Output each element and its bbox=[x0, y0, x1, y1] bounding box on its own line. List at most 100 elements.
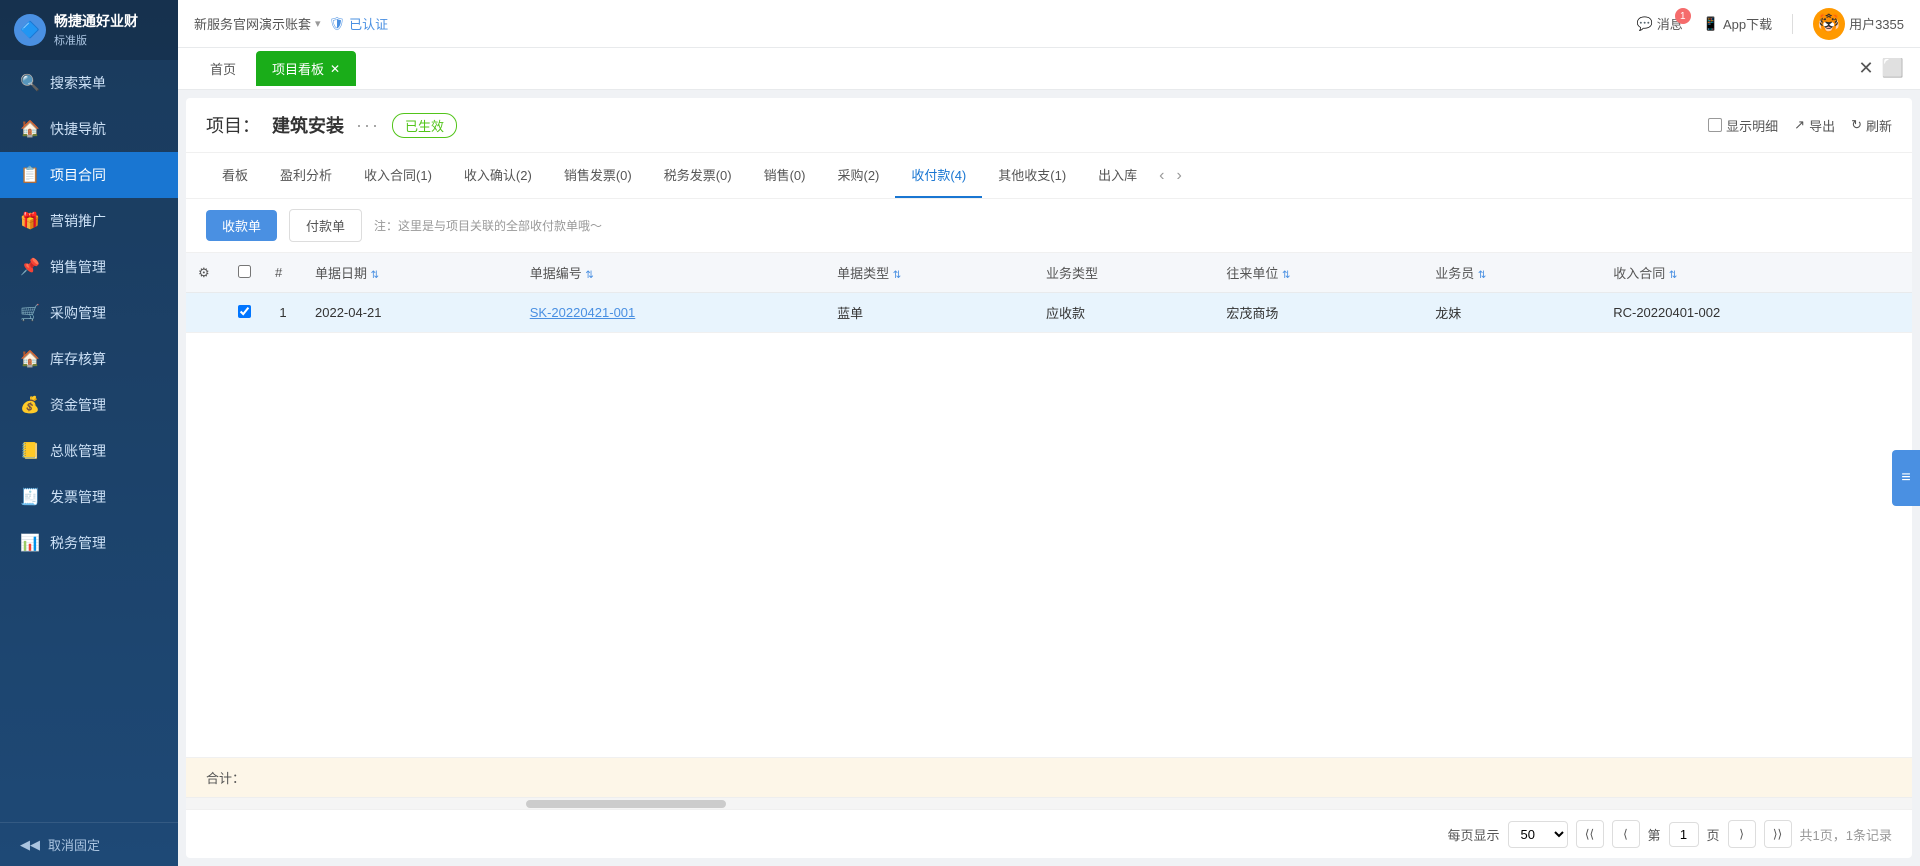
per-page-label: 每页显示 bbox=[1447, 825, 1499, 844]
table-row[interactable]: 1 2022-04-21 SK-20220421-001 蓝单 应收款 宏茂商场… bbox=[186, 293, 1912, 333]
sidebar-item-ledger[interactable]: 📒 总账管理 bbox=[0, 428, 178, 474]
message-button[interactable]: 💬 消息 1 bbox=[1637, 14, 1683, 33]
per-page-select[interactable]: 50 20 100 bbox=[1508, 821, 1568, 848]
sub-tab-other-income[interactable]: 其他收支(1) bbox=[982, 153, 1082, 198]
sort-icon-income-contract: ⇅ bbox=[1669, 270, 1677, 281]
purchase-icon: 🛒 bbox=[20, 303, 40, 323]
contract-icon: 📋 bbox=[20, 165, 40, 185]
sidebar-scroll: 🔍 搜索菜单 🏠 快捷导航 📋 项目合同 🎁 营销推广 📌 销售管理 🛒 采购管… bbox=[0, 60, 178, 822]
sub-tab-purchase[interactable]: 采购(2) bbox=[821, 153, 895, 198]
page-prev-button[interactable]: ⟨ bbox=[1612, 820, 1640, 848]
sidebar-item-label-sales: 销售管理 bbox=[50, 257, 106, 277]
sub-nav-right-arrow[interactable]: › bbox=[1171, 167, 1188, 185]
sidebar-item-tax[interactable]: 📊 税务管理 bbox=[0, 520, 178, 566]
col-type[interactable]: 单据类型 ⇅ bbox=[825, 253, 1034, 293]
tab-close-icon[interactable]: ✕ bbox=[330, 62, 340, 76]
mobile-icon: 📱 bbox=[1703, 16, 1719, 32]
row-checkbox[interactable] bbox=[238, 305, 251, 318]
tab-project-board[interactable]: 项目看板 ✕ bbox=[256, 51, 356, 86]
page-input[interactable] bbox=[1669, 822, 1699, 847]
table-scrollbar[interactable] bbox=[186, 797, 1912, 809]
float-side-button[interactable]: ≡ bbox=[1892, 450, 1920, 506]
sidebar-item-contract[interactable]: 📋 项目合同 bbox=[0, 152, 178, 198]
project-name: 建筑安装 bbox=[272, 112, 344, 138]
col-num: # bbox=[263, 253, 303, 293]
sub-tab-stock-inout[interactable]: 出入库 bbox=[1082, 153, 1153, 198]
sidebar-item-label-quicknav: 快捷导航 bbox=[50, 119, 106, 139]
col-partner[interactable]: 往来单位 ⇅ bbox=[1214, 253, 1423, 293]
user-menu[interactable]: 🐯 用户3355 bbox=[1813, 8, 1904, 40]
sub-tab-profit[interactable]: 盈利分析 bbox=[264, 153, 348, 198]
col-salesman[interactable]: 业务员 ⇅ bbox=[1423, 253, 1601, 293]
sidebar-item-fund[interactable]: 💰 资金管理 bbox=[0, 382, 178, 428]
sidebar-item-quicknav[interactable]: 🏠 快捷导航 bbox=[0, 106, 178, 152]
sidebar-item-sales[interactable]: 📌 销售管理 bbox=[0, 244, 178, 290]
sub-tab-income-confirm[interactable]: 收入确认(2) bbox=[448, 153, 548, 198]
main-area: 新服务官网演示账套 ▾ 🛡 已认证 💬 消息 1 📱 App下载 🐯 用户335… bbox=[178, 0, 1920, 866]
show-detail-checkbox[interactable]: 显示明细 bbox=[1708, 116, 1778, 135]
receipt-bill-button[interactable]: 收款单 bbox=[206, 210, 277, 241]
row-partner-cell: 宏茂商场 bbox=[1214, 293, 1423, 333]
page-next-button[interactable]: ⟩ bbox=[1728, 820, 1756, 848]
col-income-contract[interactable]: 收入合同 ⇅ bbox=[1601, 253, 1912, 293]
sub-tab-board[interactable]: 看板 bbox=[206, 153, 264, 198]
sales-icon: 📌 bbox=[20, 257, 40, 277]
row-check-cell[interactable] bbox=[226, 293, 263, 333]
project-more-menu[interactable]: ··· bbox=[356, 115, 380, 136]
sidebar-item-label-invoice: 发票管理 bbox=[50, 487, 106, 507]
sub-tab-receipt[interactable]: 收付款(4) bbox=[895, 153, 982, 198]
refresh-button[interactable]: ↻ 刷新 bbox=[1851, 116, 1892, 135]
sub-tab-receipt-label: 收付款(4) bbox=[911, 168, 966, 183]
home-icon: 🏠 bbox=[20, 119, 40, 139]
sidebar-item-inventory[interactable]: 🏠 库存核算 bbox=[0, 336, 178, 382]
payment-bill-button[interactable]: 付款单 bbox=[289, 209, 362, 242]
float-icon: ≡ bbox=[1901, 469, 1910, 487]
receipt-code-link[interactable]: SK-20220421-001 bbox=[530, 305, 636, 320]
row-income-contract-cell: RC-20220401-002 bbox=[1601, 293, 1912, 333]
sidebar-unpin-button[interactable]: ◀◀ 取消固定 bbox=[0, 822, 178, 866]
invoice-icon: 🧾 bbox=[20, 487, 40, 507]
sidebar-item-purchase[interactable]: 🛒 采购管理 bbox=[0, 290, 178, 336]
window-close-icon[interactable]: ✕ bbox=[1858, 58, 1873, 79]
verified-badge: 🛡 已认证 bbox=[329, 14, 389, 33]
scrollbar-thumb[interactable] bbox=[526, 800, 726, 808]
sub-tab-tax-invoice-label: 税务发票(0) bbox=[664, 168, 732, 183]
sub-tab-sales-invoice[interactable]: 销售发票(0) bbox=[548, 153, 648, 198]
tab-home[interactable]: 首页 bbox=[194, 51, 252, 86]
sub-tab-sales-label: 销售(0) bbox=[764, 168, 806, 183]
sub-tab-income-contract[interactable]: 收入合同(1) bbox=[348, 153, 448, 198]
sidebar-item-search[interactable]: 🔍 搜索菜单 bbox=[0, 60, 178, 106]
row-type-cell: 蓝单 bbox=[825, 293, 1034, 333]
col-settings[interactable]: ⚙ bbox=[186, 253, 226, 293]
sidebar-item-invoice[interactable]: 🧾 发票管理 bbox=[0, 474, 178, 520]
row-code-cell[interactable]: SK-20220421-001 bbox=[518, 293, 825, 333]
account-selector[interactable]: 新服务官网演示账套 ▾ bbox=[194, 14, 321, 33]
sidebar-item-label-search: 搜索菜单 bbox=[50, 73, 106, 93]
sub-tab-tax-invoice[interactable]: 税务发票(0) bbox=[648, 153, 748, 198]
topbar-right: 💬 消息 1 📱 App下载 🐯 用户3355 bbox=[1637, 8, 1904, 40]
fund-icon: 💰 bbox=[20, 395, 40, 415]
page-wrapper: 项目： 建筑安装 ··· 已生效 显示明细 ↗ 导出 ↻ 刷新 bbox=[178, 90, 1920, 866]
verified-text: 已认证 bbox=[349, 14, 388, 33]
col-type-label: 单据类型 bbox=[837, 266, 889, 281]
sub-tab-sales[interactable]: 销售(0) bbox=[748, 153, 822, 198]
sidebar-bottom-label: 取消固定 bbox=[48, 835, 100, 854]
sidebar-item-label-ledger: 总账管理 bbox=[50, 441, 106, 461]
select-all-checkbox[interactable] bbox=[238, 265, 251, 278]
sidebar-item-marketing[interactable]: 🎁 营销推广 bbox=[0, 198, 178, 244]
col-code[interactable]: 单据编号 ⇅ bbox=[518, 253, 825, 293]
col-check[interactable] bbox=[226, 253, 263, 293]
sub-tab-profit-label: 盈利分析 bbox=[280, 168, 332, 183]
window-maximize-icon[interactable]: ⬜ bbox=[1882, 58, 1904, 79]
app-download-button[interactable]: 📱 App下载 bbox=[1703, 14, 1772, 33]
inventory-icon: 🏠 bbox=[20, 349, 40, 369]
chevron-down-icon: ▾ bbox=[315, 17, 321, 30]
page-first-button[interactable]: ⟨⟨ bbox=[1576, 820, 1604, 848]
page-last-button[interactable]: ⟩⟩ bbox=[1764, 820, 1792, 848]
tabbar: 首页 项目看板 ✕ ✕ ⬜ bbox=[178, 48, 1920, 90]
sidebar-logo: 🔷 畅捷通好业财 标准版 bbox=[0, 0, 178, 60]
col-date[interactable]: 单据日期 ⇅ bbox=[303, 253, 518, 293]
col-code-label: 单据编号 bbox=[530, 266, 582, 281]
export-button[interactable]: ↗ 导出 bbox=[1794, 116, 1835, 135]
sub-nav-left-arrow[interactable]: ‹ bbox=[1153, 167, 1170, 185]
